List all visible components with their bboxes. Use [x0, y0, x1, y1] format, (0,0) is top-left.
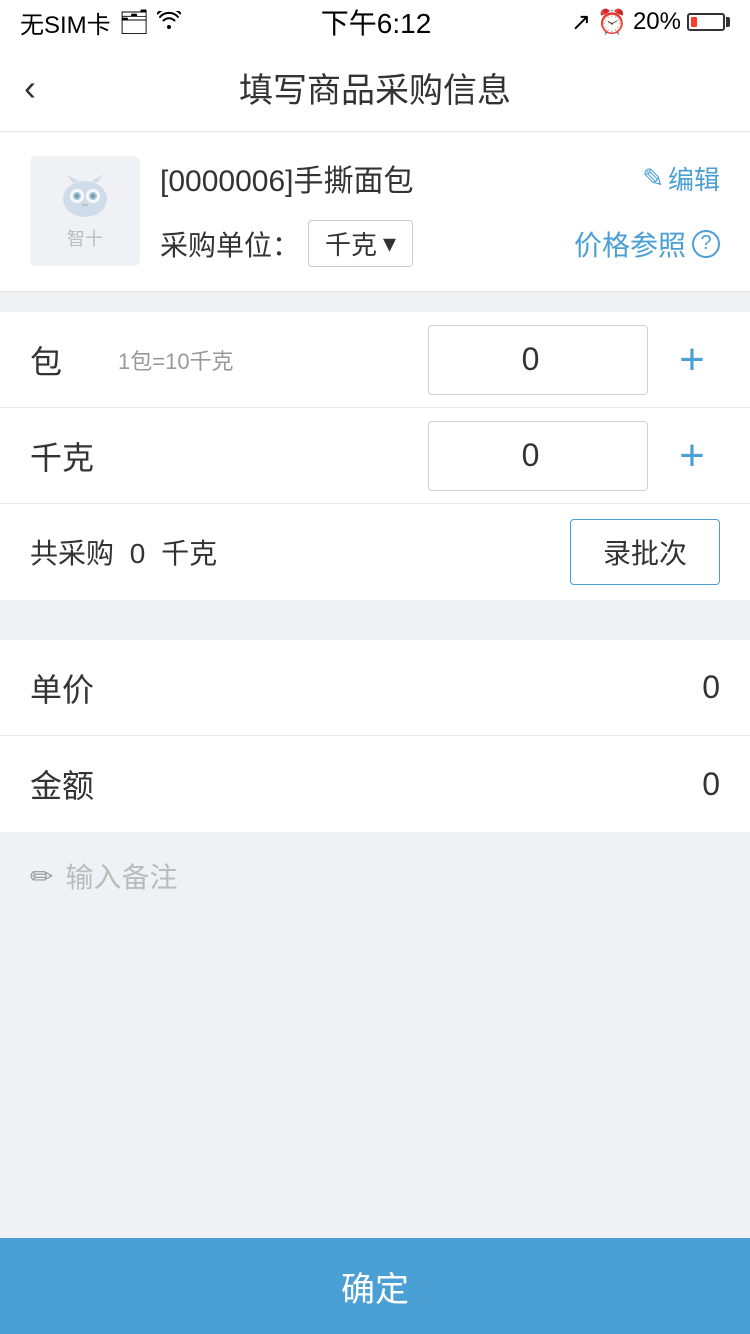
- status-bar: 无SIM卡 🗂 下午6:12 ↗ ⏰ 20%: [0, 0, 750, 44]
- bag-row: 包 1包=10千克 +: [0, 312, 750, 408]
- wifi-icon: [157, 8, 181, 36]
- product-card: 智十 [0000006]手撕面包 ✎ 编辑 采购单位： 千克 ▾ 价格参照 ?: [0, 132, 750, 292]
- nav-bar: ‹ 填写商品采购信息: [0, 44, 750, 132]
- kg-plus-button[interactable]: +: [664, 421, 720, 491]
- unit-select[interactable]: 千克 ▾: [308, 220, 413, 267]
- remark-section[interactable]: ✏ 输入备注: [0, 832, 750, 920]
- amount-row: 金额 0: [0, 736, 750, 832]
- section-divider-1: [0, 292, 750, 312]
- bag-plus-button[interactable]: +: [664, 325, 720, 395]
- page-title: 填写商品采购信息: [239, 63, 511, 112]
- remark-placeholder: 输入备注: [65, 856, 177, 896]
- summary-row: 共采购 0 千克 录批次: [0, 504, 750, 600]
- unit-price-label: 单价: [30, 665, 94, 711]
- unit-label: 采购单位：: [160, 224, 300, 264]
- price-ref-button[interactable]: 价格参照 ?: [574, 224, 720, 264]
- alarm-icon: ⏰: [597, 8, 627, 37]
- content-area: [0, 920, 750, 1260]
- bag-input[interactable]: [428, 325, 648, 395]
- product-name-row: [0000006]手撕面包 ✎ 编辑: [160, 156, 720, 200]
- edit-button[interactable]: ✎ 编辑: [642, 160, 720, 197]
- status-right: ↗ ⏰ 20%: [571, 8, 730, 37]
- unit-selector-wrap: 采购单位： 千克 ▾: [160, 220, 413, 267]
- kg-input[interactable]: [428, 421, 648, 491]
- unit-price-value: 0: [702, 669, 720, 706]
- summary-value: 0: [130, 538, 146, 569]
- summary-label: 共采购: [30, 538, 114, 569]
- edit-icon: ✎: [642, 163, 664, 194]
- unit-price-row: 单价 0: [0, 640, 750, 736]
- status-left: 无SIM卡 🗂: [20, 5, 181, 40]
- price-ref-label: 价格参照: [574, 224, 686, 264]
- section-divider-2: [0, 600, 750, 620]
- product-info: [0000006]手撕面包 ✎ 编辑 采购单位： 千克 ▾ 价格参照 ?: [160, 156, 720, 267]
- kg-row: 千克 +: [0, 408, 750, 504]
- summary-unit: 千克: [161, 538, 217, 569]
- carrier-text: 无SIM卡: [20, 5, 111, 40]
- form-section: 包 1包=10千克 + 千克 +: [0, 312, 750, 504]
- pencil-icon: ✏: [30, 860, 53, 893]
- unit-row: 采购单位： 千克 ▾ 价格参照 ?: [160, 220, 720, 267]
- back-arrow: ‹: [24, 67, 36, 108]
- amount-value: 0: [702, 766, 720, 803]
- battery-percent: 20%: [633, 8, 681, 36]
- help-icon: ?: [692, 230, 720, 258]
- dropdown-arrow: ▾: [383, 228, 396, 259]
- status-time: 下午6:12: [321, 2, 432, 42]
- summary-text: 共采购 0 千克: [30, 532, 217, 572]
- amount-label: 金额: [30, 761, 94, 807]
- back-button[interactable]: ‹: [24, 67, 36, 109]
- sim-icon: 🗂: [119, 8, 149, 37]
- bag-unit-sub: 1包=10千克: [118, 344, 234, 376]
- product-logo: 智十: [55, 171, 115, 251]
- kg-label: 千克: [30, 433, 110, 479]
- unit-value: 千克: [325, 225, 377, 262]
- bag-input-wrap: +: [234, 325, 720, 395]
- bag-label: 包: [30, 337, 110, 383]
- info-section: 单价 0 金额 0: [0, 640, 750, 832]
- product-name: [0000006]手撕面包: [160, 156, 413, 200]
- record-batch-button[interactable]: 录批次: [570, 519, 720, 585]
- product-image: 智十: [30, 156, 140, 266]
- confirm-button[interactable]: 确定: [0, 1238, 750, 1334]
- edit-label: 编辑: [668, 160, 720, 197]
- battery-icon: [687, 13, 730, 31]
- location-icon: ↗: [571, 8, 591, 37]
- kg-input-wrap: +: [110, 421, 720, 491]
